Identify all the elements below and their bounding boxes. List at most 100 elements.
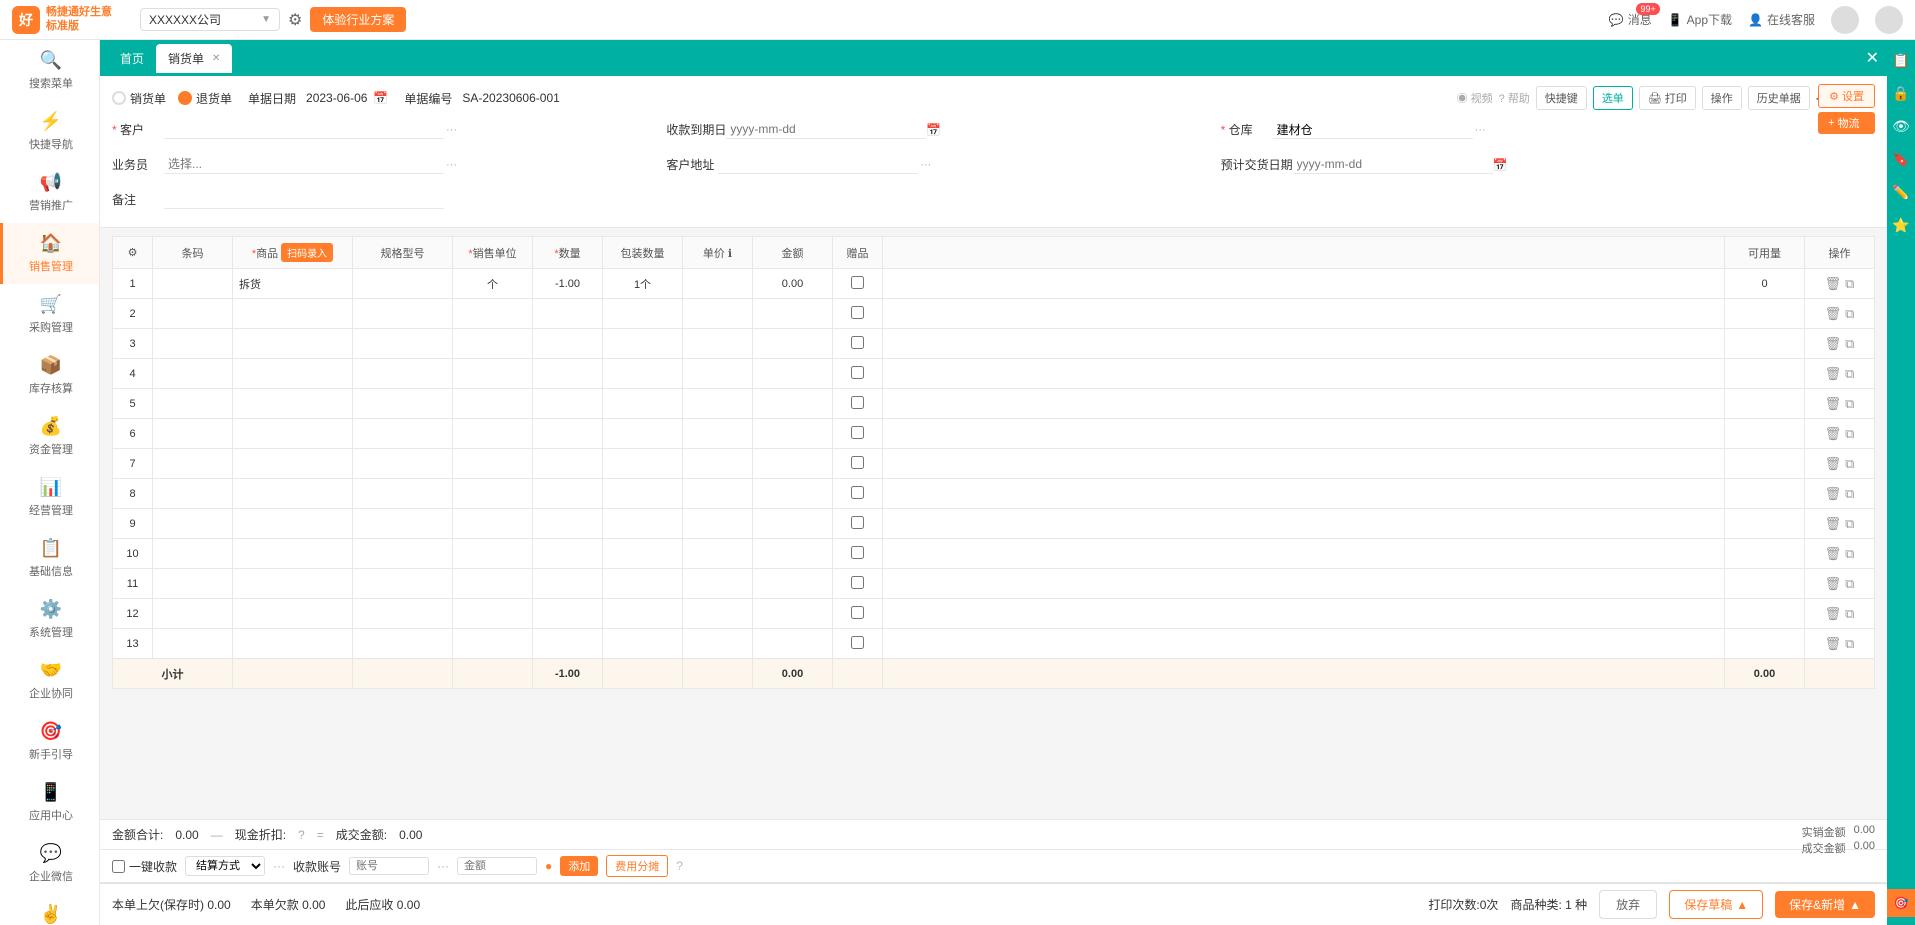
cell-gift[interactable] [833, 269, 883, 299]
row-delete-icon[interactable]: 🗑 [1825, 546, 1842, 562]
sidebar-item-purchase[interactable]: 🛒 采购管理 [0, 284, 99, 345]
row-copy-icon[interactable]: ⧉ [1845, 606, 1854, 622]
cell-barcode[interactable] [153, 329, 233, 359]
sidebar-item-marketing[interactable]: 📢 营销推广 [0, 162, 99, 223]
cell-price[interactable] [683, 359, 753, 389]
row-delete-icon[interactable]: 🗑 [1825, 276, 1842, 292]
settings-icon[interactable]: ⚙ [288, 10, 302, 30]
sidebar-item-search[interactable]: 🔍 搜索菜单 [0, 40, 99, 101]
customer-address-ellipsis[interactable]: ··· [920, 159, 931, 171]
save-draft-button[interactable]: 保存草稿 ▲ [1669, 890, 1763, 919]
cell-qty[interactable] [533, 599, 603, 629]
sidebar-item-finance[interactable]: 💰 资金管理 [0, 406, 99, 467]
cell-barcode[interactable] [153, 299, 233, 329]
cell-price[interactable] [683, 269, 753, 299]
cell-qty[interactable] [533, 299, 603, 329]
amount-input[interactable] [457, 857, 537, 875]
radio-return-order[interactable]: 退货单 [178, 90, 232, 107]
rp-icon-3[interactable]: 👁 [1888, 114, 1914, 139]
online-service-btn[interactable]: 👤 在线客服 [1748, 11, 1815, 28]
cell-spec[interactable] [353, 599, 453, 629]
cell-qty[interactable] [533, 479, 603, 509]
customer-ellipsis[interactable]: ··· [446, 124, 457, 136]
cell-product[interactable] [233, 629, 353, 659]
row-copy-icon[interactable]: ⧉ [1845, 426, 1854, 442]
expense-button[interactable]: 费用分摊 [606, 855, 668, 877]
cell-gift[interactable] [833, 329, 883, 359]
cell-barcode[interactable] [153, 629, 233, 659]
cell-product[interactable] [233, 389, 353, 419]
logistics-button[interactable]: + 物流 [1818, 112, 1875, 134]
cell-qty[interactable]: -1.00 [533, 269, 603, 299]
rp-icon-5[interactable]: ✏️ [1888, 180, 1913, 205]
cell-qty[interactable] [533, 569, 603, 599]
save-new-button[interactable]: 保存&新增 ▲ [1775, 891, 1875, 918]
scan-btn[interactable]: 扫码录入 [281, 243, 333, 262]
tab-home[interactable]: 首页 [108, 44, 156, 73]
cell-barcode[interactable] [153, 389, 233, 419]
cell-price[interactable] [683, 599, 753, 629]
sidebar-item-wechat[interactable]: 💬 企业微信 [0, 833, 99, 894]
tab-bar-close[interactable]: ✕ [1866, 48, 1879, 68]
cell-gift[interactable] [833, 509, 883, 539]
cell-barcode[interactable] [153, 599, 233, 629]
cell-spec[interactable] [353, 479, 453, 509]
cell-price[interactable] [683, 419, 753, 449]
cell-price[interactable] [683, 509, 753, 539]
row-delete-icon[interactable]: 🗑 [1825, 336, 1842, 352]
cell-spec[interactable] [353, 419, 453, 449]
rp-icon-4[interactable]: 🔖 [1888, 147, 1913, 172]
cell-product[interactable] [233, 329, 353, 359]
row-delete-icon[interactable]: 🗑 [1825, 456, 1842, 472]
trial-button[interactable]: 体验行业方案 [310, 7, 406, 32]
avatar2[interactable] [1875, 6, 1903, 34]
rp-icon-1[interactable]: 📋 [1888, 48, 1913, 73]
cell-gift[interactable] [833, 299, 883, 329]
tab-close-icon[interactable]: ✕ [212, 53, 220, 64]
cell-gift[interactable] [833, 479, 883, 509]
cell-spec[interactable] [353, 359, 453, 389]
cell-qty[interactable] [533, 359, 603, 389]
help-btn[interactable]: ? 帮助 [1499, 90, 1530, 106]
row-delete-icon[interactable]: 🗑 [1825, 516, 1842, 532]
calc-method-select[interactable]: 结算方式 [185, 856, 265, 876]
collection-date-input[interactable] [726, 120, 926, 139]
cell-gift[interactable] [833, 599, 883, 629]
warehouse-input[interactable] [1273, 120, 1473, 139]
row-copy-icon[interactable]: ⧉ [1845, 576, 1854, 592]
account-input[interactable] [349, 857, 429, 875]
cell-spec[interactable] [353, 509, 453, 539]
th-settings[interactable]: ⚙ [113, 237, 153, 269]
app-download-btn[interactable]: 📱 App下载 [1668, 11, 1732, 28]
cell-product[interactable] [233, 479, 353, 509]
cell-spec[interactable] [353, 269, 453, 299]
operations-btn[interactable]: 操作 [1702, 86, 1742, 110]
cell-spec[interactable] [353, 329, 453, 359]
row-copy-icon[interactable]: ⧉ [1845, 306, 1854, 322]
row-copy-icon[interactable]: ⧉ [1845, 336, 1854, 352]
cell-price[interactable] [683, 569, 753, 599]
add-icon[interactable]: ● [545, 859, 552, 873]
cell-product[interactable] [233, 299, 353, 329]
cell-price[interactable] [683, 449, 753, 479]
calendar-icon[interactable]: 📅 [373, 91, 388, 105]
cell-price[interactable] [683, 389, 753, 419]
row-copy-icon[interactable]: ⧉ [1845, 486, 1854, 502]
cell-price[interactable] [683, 299, 753, 329]
cell-product[interactable] [233, 599, 353, 629]
shortcut-btn[interactable]: 快捷键 [1536, 86, 1587, 110]
cell-product[interactable] [233, 359, 353, 389]
row-delete-icon[interactable]: 🗑 [1825, 366, 1842, 382]
sidebar-item-operations[interactable]: 📊 经营管理 [0, 467, 99, 528]
rp-orange-btn[interactable]: 🎯 [1887, 889, 1915, 917]
sidebar-item-enterprise[interactable]: 🤝 企业协同 [0, 650, 99, 711]
cell-product[interactable] [233, 419, 353, 449]
cell-gift[interactable] [833, 419, 883, 449]
row-delete-icon[interactable]: 🗑 [1825, 636, 1842, 652]
cell-product[interactable] [233, 539, 353, 569]
message-btn[interactable]: 💬 消息 99+ [1609, 11, 1652, 28]
add-button[interactable]: 添加 [560, 856, 598, 876]
cell-product[interactable] [233, 509, 353, 539]
payment-help-icon[interactable]: ? [676, 859, 683, 873]
sidebar-item-apps[interactable]: 📱 应用中心 [0, 772, 99, 833]
